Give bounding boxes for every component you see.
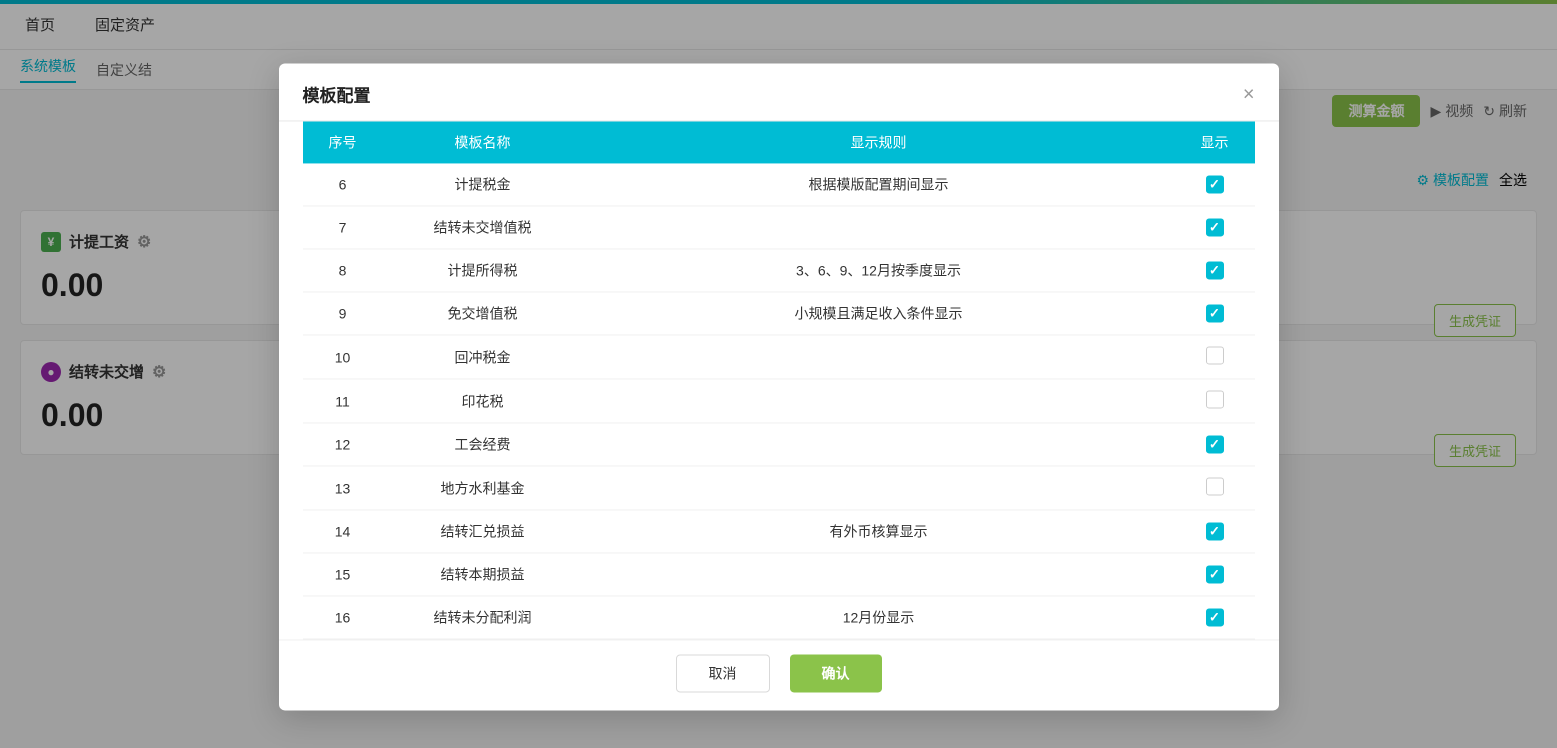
col-header-display: 显示 [1175,121,1255,163]
row-name: 结转未分配利润 [383,596,583,639]
row-checkbox-cell [1175,466,1255,510]
row-id: 11 [303,379,383,423]
col-header-name: 模板名称 [383,121,583,163]
row-id: 14 [303,510,383,553]
row-id: 16 [303,596,383,639]
row-name: 回冲税金 [383,335,583,379]
row-name: 结转汇兑损益 [383,510,583,553]
row-name: 工会经费 [383,423,583,466]
row-checkbox-cell [1175,163,1255,206]
row-checkbox[interactable] [1206,218,1224,236]
row-rule [583,206,1175,249]
row-checkbox[interactable] [1206,435,1224,453]
row-checkbox[interactable] [1206,390,1224,408]
row-checkbox-cell [1175,379,1255,423]
table-row: 11印花税 [303,379,1255,423]
row-checkbox[interactable] [1206,565,1224,583]
row-checkbox-cell [1175,206,1255,249]
row-id: 15 [303,553,383,596]
row-name: 结转未交增值税 [383,206,583,249]
row-checkbox[interactable] [1206,346,1224,364]
table-row: 6计提税金根据模版配置期间显示 [303,163,1255,206]
row-name: 计提税金 [383,163,583,206]
table-header: 序号 模板名称 显示规则 显示 [303,121,1255,163]
row-checkbox[interactable] [1206,304,1224,322]
table-row: 10回冲税金 [303,335,1255,379]
row-checkbox-cell [1175,335,1255,379]
row-checkbox-cell [1175,596,1255,639]
row-name: 地方水利基金 [383,466,583,510]
modal-close-button[interactable]: × [1243,84,1255,104]
row-checkbox-cell [1175,249,1255,292]
row-name: 计提所得税 [383,249,583,292]
table-row: 12工会经费 [303,423,1255,466]
row-rule [583,466,1175,510]
row-id: 10 [303,335,383,379]
row-rule: 有外币核算显示 [583,510,1175,553]
row-checkbox-cell [1175,510,1255,553]
row-checkbox[interactable] [1206,175,1224,193]
col-header-id: 序号 [303,121,383,163]
row-checkbox-cell [1175,553,1255,596]
table-row: 9免交增值税小规模且满足收入条件显示 [303,292,1255,335]
table-row: 14结转汇兑损益有外币核算显示 [303,510,1255,553]
row-rule: 3、6、9、12月按季度显示 [583,249,1175,292]
confirm-button[interactable]: 确认 [790,654,882,692]
table-body: 6计提税金根据模版配置期间显示7结转未交增值税8计提所得税3、6、9、12月按季… [303,163,1255,639]
row-checkbox[interactable] [1206,608,1224,626]
row-id: 13 [303,466,383,510]
row-rule [583,553,1175,596]
row-name: 免交增值税 [383,292,583,335]
col-header-rule: 显示规则 [583,121,1175,163]
table-row: 16结转未分配利润12月份显示 [303,596,1255,639]
row-rule [583,379,1175,423]
row-rule [583,335,1175,379]
row-rule: 根据模版配置期间显示 [583,163,1175,206]
modal-header: 模板配置 × [279,63,1279,121]
table-row: 15结转本期损益 [303,553,1255,596]
row-name: 结转本期损益 [383,553,583,596]
cancel-button[interactable]: 取消 [676,654,770,692]
modal-body: 序号 模板名称 显示规则 显示 6计提税金根据模版配置期间显示7结转未交增值税8… [279,121,1279,639]
row-id: 7 [303,206,383,249]
row-id: 9 [303,292,383,335]
row-rule: 小规模且满足收入条件显示 [583,292,1175,335]
config-table: 序号 模板名称 显示规则 显示 6计提税金根据模版配置期间显示7结转未交增值税8… [303,121,1255,639]
row-rule: 12月份显示 [583,596,1175,639]
row-checkbox-cell [1175,292,1255,335]
table-row: 8计提所得税3、6、9、12月按季度显示 [303,249,1255,292]
row-id: 12 [303,423,383,466]
row-checkbox[interactable] [1206,261,1224,279]
modal-title: 模板配置 [303,81,371,106]
modal-template-config: 模板配置 × 序号 模板名称 显示规则 显示 6计提税金根据模版配置期间显示7结… [279,63,1279,710]
row-rule [583,423,1175,466]
row-checkbox[interactable] [1206,522,1224,540]
table-row: 7结转未交增值税 [303,206,1255,249]
table-row: 13地方水利基金 [303,466,1255,510]
row-checkbox[interactable] [1206,477,1224,495]
row-checkbox-cell [1175,423,1255,466]
row-id: 8 [303,249,383,292]
modal-footer: 取消 确认 [279,639,1279,710]
row-name: 印花税 [383,379,583,423]
row-id: 6 [303,163,383,206]
